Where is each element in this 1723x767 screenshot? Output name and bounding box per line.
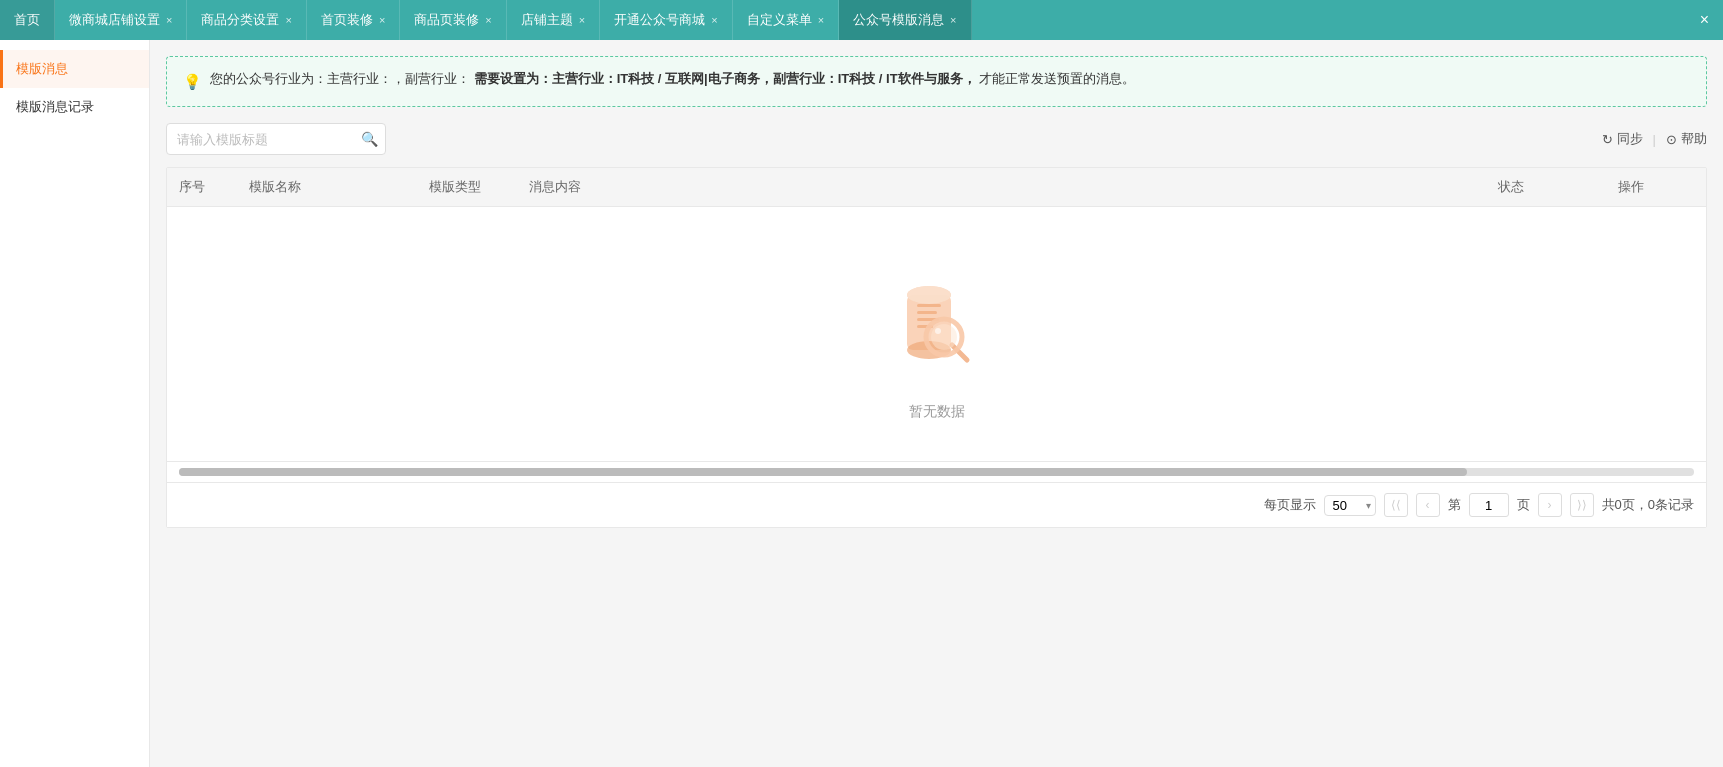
scrollbar-thumb [179,468,1467,476]
close-all-icon: × [1700,11,1709,29]
pagination-bar: 每页显示 50 20 100 ▾ ⟨⟨ ‹ 第 页 › ⟩⟩ 共0页，0条记录 [167,482,1706,527]
horizontal-scrollbar[interactable] [167,461,1706,482]
nav-homepage[interactable]: 首页装修 × [307,0,400,40]
svg-rect-4 [917,304,941,307]
col-action: 操作 [1606,168,1706,206]
empty-text: 暂无数据 [909,403,965,421]
notice-suffix: 才能正常发送预置的消息。 [979,71,1135,86]
help-label: 帮助 [1681,130,1707,148]
nav-custom-menu-close[interactable]: × [818,14,824,26]
nav-category[interactable]: 商品分类设置 × [187,0,306,40]
sync-button[interactable]: ↻ 同步 [1602,130,1643,148]
notice-highlight: 需要设置为：主营行业：IT科技 / 互联网|电子商务，副营行业：IT科技 / I… [474,71,976,86]
nav-wechat-shop[interactable]: 开通公众号商城 × [600,0,732,40]
page-size-label: 每页显示 [1264,496,1316,514]
empty-state: 暂无数据 [167,207,1706,461]
nav-home-label: 首页 [14,11,40,29]
nav-weshop-label: 微商城店铺设置 [69,11,160,29]
col-status: 状态 [1486,168,1606,206]
page-size-selector: 50 20 100 ▾ [1324,495,1376,516]
page-label: 页 [1517,496,1530,514]
content-area: 💡 您的公众号行业为：主营行业：，副营行业： 需要设置为：主营行业：IT科技 /… [150,40,1723,767]
help-icon: ⊙ [1666,132,1677,147]
nav-weshop-close[interactable]: × [166,14,172,26]
col-index: 序号 [167,168,237,206]
nav-product-page[interactable]: 商品页装修 × [400,0,506,40]
notice-text: 您的公众号行业为：主营行业：，副营行业： 需要设置为：主营行业：IT科技 / 互… [210,69,1135,90]
nav-custom-menu[interactable]: 自定义菜单 × [733,0,839,40]
svg-rect-5 [917,311,937,314]
divider: | [1653,132,1656,147]
notice-prefix: 您的公众号行业为：主营行业：，副营行业： [210,71,470,86]
notice-box: 💡 您的公众号行业为：主营行业：，副营行业： 需要设置为：主营行业：IT科技 /… [166,56,1707,107]
nav-theme-label: 店铺主题 [521,11,573,29]
nav-template-msg-close[interactable]: × [950,14,956,26]
col-content: 消息内容 [517,168,1486,206]
next-page-button[interactable]: › [1538,493,1562,517]
sidebar-item-template-msg[interactable]: 模版消息 [0,50,149,88]
global-close-button[interactable]: × [1686,0,1723,40]
search-left: 🔍 [166,123,386,155]
nav-custom-menu-label: 自定义菜单 [747,11,812,29]
nav-weshop[interactable]: 微商城店铺设置 × [55,0,187,40]
empty-illustration [877,267,997,387]
page-number-input[interactable] [1469,493,1509,517]
search-bar: 🔍 ↻ 同步 | ⊙ 帮助 [166,123,1707,155]
nav-theme-close[interactable]: × [579,14,585,26]
main-layout: 模版消息 模版消息记录 💡 您的公众号行业为：主营行业：，副营行业： 需要设置为… [0,40,1723,767]
help-button[interactable]: ⊙ 帮助 [1666,130,1707,148]
nav-category-close[interactable]: × [285,14,291,26]
svg-point-10 [931,324,957,350]
search-right: ↻ 同步 | ⊙ 帮助 [1602,130,1707,148]
col-type: 模版类型 [417,168,517,206]
total-label: 共0页，0条记录 [1602,496,1694,514]
sync-label: 同步 [1617,130,1643,148]
sidebar-item-template-record[interactable]: 模版消息记录 [0,88,149,126]
nav-wechat-shop-label: 开通公众号商城 [614,11,705,29]
sidebar-item-template-msg-label: 模版消息 [16,61,68,76]
nav-template-msg[interactable]: 公众号模版消息 × [839,0,971,40]
page-di-label: 第 [1448,496,1461,514]
nav-product-page-close[interactable]: × [485,14,491,26]
table-header: 序号 模版名称 模版类型 消息内容 状态 操作 [167,168,1706,207]
last-page-button[interactable]: ⟩⟩ [1570,493,1594,517]
search-icon[interactable]: 🔍 [361,131,378,147]
first-page-button[interactable]: ⟨⟨ [1384,493,1408,517]
nav-template-msg-label: 公众号模版消息 [853,11,944,29]
page-size-select[interactable]: 50 20 100 [1324,495,1376,516]
sidebar-item-template-record-label: 模版消息记录 [16,99,94,114]
sidebar: 模版消息 模版消息记录 [0,40,150,767]
nav-homepage-label: 首页装修 [321,11,373,29]
nav-product-page-label: 商品页装修 [414,11,479,29]
top-nav: 首页 微商城店铺设置 × 商品分类设置 × 首页装修 × 商品页装修 × 店铺主… [0,0,1723,40]
svg-point-3 [907,286,951,304]
col-name: 模版名称 [237,168,417,206]
nav-theme[interactable]: 店铺主题 × [507,0,600,40]
nav-homepage-close[interactable]: × [379,14,385,26]
nav-home[interactable]: 首页 [0,0,55,40]
nav-category-label: 商品分类设置 [201,11,279,29]
scrollbar-track [179,468,1694,476]
search-input[interactable] [166,123,386,155]
notice-icon: 💡 [183,70,202,94]
refresh-icon: ↻ [1602,132,1613,147]
nav-wechat-shop-close[interactable]: × [711,14,717,26]
svg-point-11 [935,328,941,334]
data-table: 序号 模版名称 模版类型 消息内容 状态 操作 [166,167,1707,528]
prev-page-button[interactable]: ‹ [1416,493,1440,517]
search-input-wrap: 🔍 [166,123,386,155]
